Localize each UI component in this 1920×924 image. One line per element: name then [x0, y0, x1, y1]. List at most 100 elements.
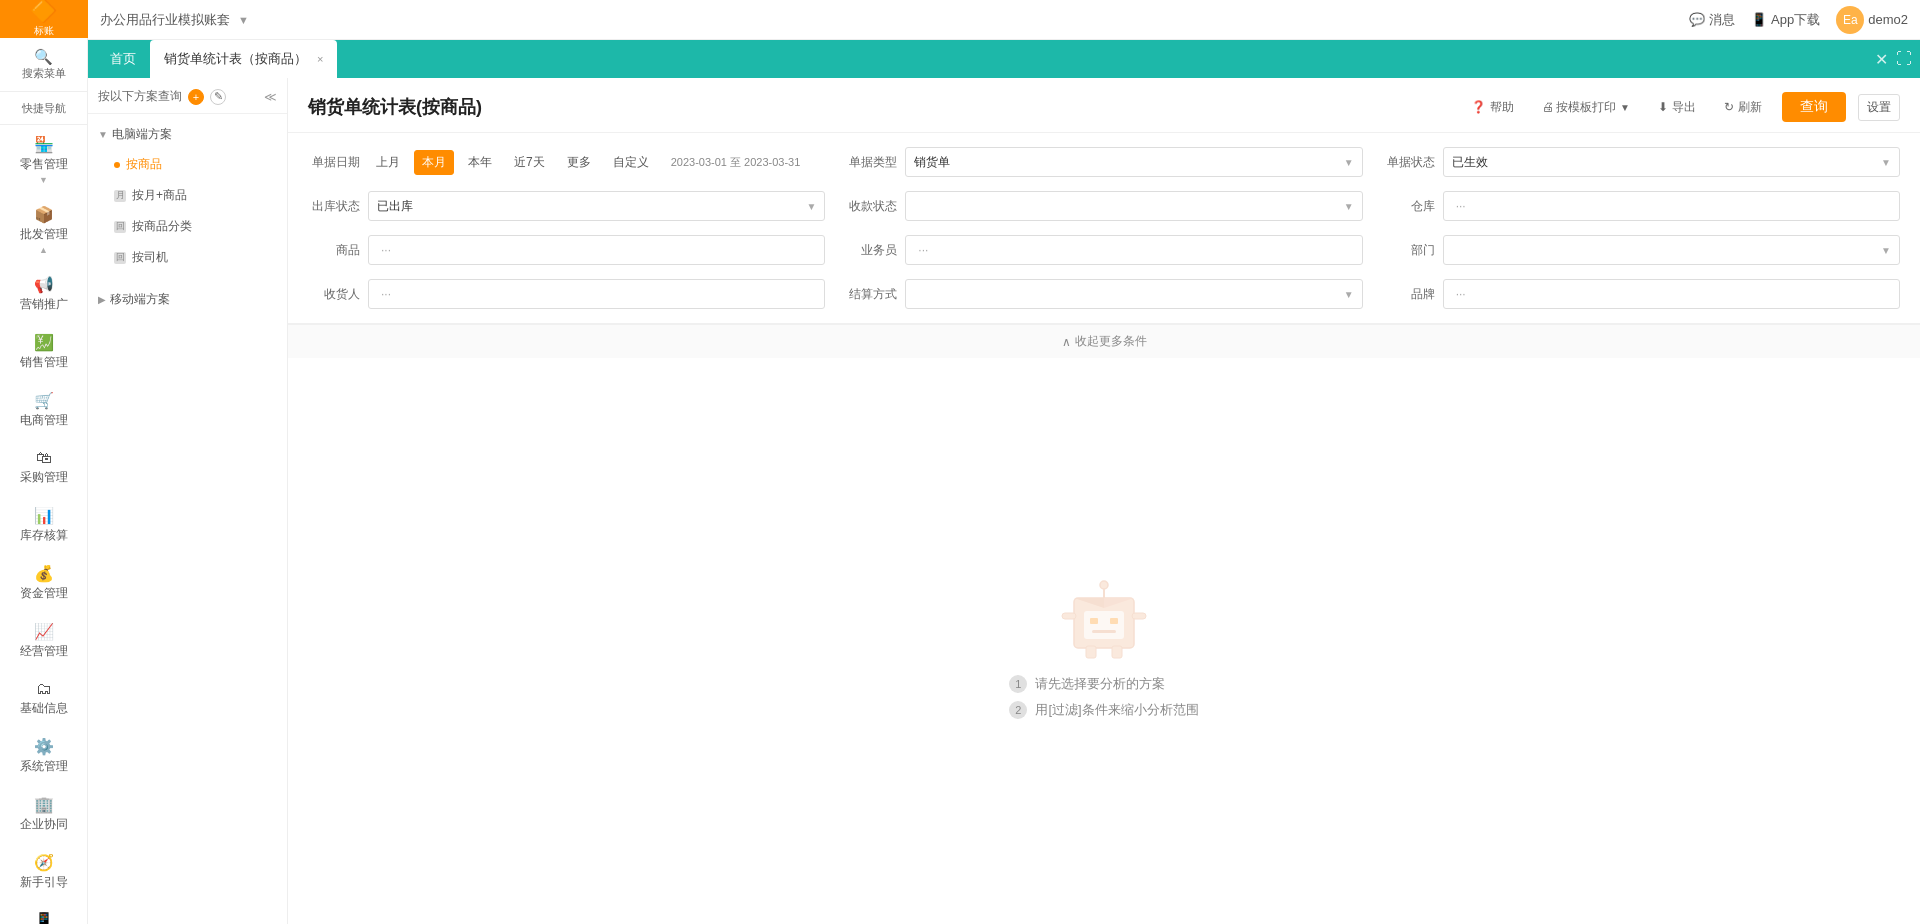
- plan-item-by-month-goods[interactable]: 月 按月+商品: [88, 180, 287, 211]
- sidebar-item-inventory[interactable]: 📊 库存核算: [0, 496, 87, 554]
- header-right: 💬 消息 📱 App下载 Ea demo2: [1689, 6, 1908, 34]
- warehouse-input[interactable]: ···: [1443, 191, 1900, 221]
- sidebar-item-enterprise[interactable]: 🏢 企业协同: [0, 785, 87, 843]
- warehouse-label: 仓库: [1383, 198, 1435, 215]
- goods-input[interactable]: ···: [368, 235, 825, 265]
- out-status-label: 出库状态: [308, 198, 360, 215]
- this-month-btn[interactable]: 本月: [414, 150, 454, 175]
- refresh-btn[interactable]: ↻ 刷新: [1716, 95, 1770, 120]
- wholesale-expand: ▲: [39, 245, 48, 255]
- collapse-left-panel-btn[interactable]: ≪: [264, 90, 277, 104]
- payment-status-filter-group: 收款状态 ▼: [845, 191, 1362, 221]
- tab-bar-right: ✕ ⛶: [1875, 50, 1912, 69]
- export-btn[interactable]: ⬇ 导出: [1650, 95, 1704, 120]
- filter-row-3: 商品 ··· 业务员 ··· 部门: [308, 235, 1900, 265]
- sidebar-quick-nav[interactable]: 快捷导航: [0, 92, 87, 125]
- close-window-btn[interactable]: ✕: [1875, 50, 1888, 69]
- left-panel: 按以下方案查询 + ✎ ≪ ▼ 电脑端方案 按商品: [88, 78, 288, 924]
- payment-method-select[interactable]: ▼: [905, 279, 1362, 309]
- query-btn[interactable]: 查询: [1782, 92, 1846, 122]
- brand-input[interactable]: ···: [1443, 279, 1900, 309]
- enterprise-label: 企业协同: [20, 816, 68, 833]
- app-download-btn[interactable]: 📱 App下载: [1751, 11, 1820, 29]
- sidebar-item-guide[interactable]: 🧭 新手引导: [0, 843, 87, 901]
- print-btn[interactable]: 🖨 按模板打印 ▼: [1534, 95, 1638, 120]
- tab-home[interactable]: 首页: [96, 40, 150, 78]
- add-plan-btn[interactable]: +: [188, 89, 204, 105]
- svg-rect-3: [1084, 611, 1124, 639]
- tab-close-btn[interactable]: ×: [317, 53, 323, 65]
- settings-btn[interactable]: 设置: [1858, 94, 1900, 121]
- tab-bar: 首页 销货单统计表（按商品） × ✕ ⛶: [88, 40, 1920, 78]
- workspace-arrow: ▼: [238, 14, 249, 26]
- last-7-days-btn[interactable]: 近7天: [506, 150, 553, 175]
- sidebar-item-retail[interactable]: 🏪 零售管理 ▼: [0, 125, 87, 195]
- desktop-plans-expand-icon: ▼: [98, 129, 108, 140]
- top-header: 办公用品行业模拟账套 ▼ 💬 消息 📱 App下载 Ea demo2: [88, 0, 1920, 40]
- purchase-icon: 🛍: [36, 449, 52, 467]
- sidebar-item-operations[interactable]: 📈 经营管理: [0, 612, 87, 670]
- user-menu[interactable]: Ea demo2: [1836, 6, 1908, 34]
- plan-by-goods-label: 按商品: [126, 156, 162, 173]
- salesman-filter-group: 业务员 ···: [845, 235, 1362, 265]
- payment-status-select[interactable]: ▼: [905, 191, 1362, 221]
- department-select[interactable]: ▼: [1443, 235, 1900, 265]
- more-date-btn[interactable]: 更多: [559, 150, 599, 175]
- doc-status-select[interactable]: 已生效 ▼: [1443, 147, 1900, 177]
- guide-icon: 🧭: [34, 853, 54, 872]
- plan-item-by-driver[interactable]: 回 按司机: [88, 242, 287, 273]
- custom-date-btn[interactable]: 自定义: [605, 150, 657, 175]
- sidebar-item-sales[interactable]: 💹 销售管理: [0, 323, 87, 381]
- salesman-input[interactable]: ···: [905, 235, 1362, 265]
- desktop-plans-title[interactable]: ▼ 电脑端方案: [88, 120, 287, 149]
- date-filter-group: 单据日期 上月 本月 本年 近7天 更多 自定义 2023-03-01 至 20…: [308, 150, 825, 175]
- svg-rect-4: [1090, 618, 1098, 624]
- doc-type-select[interactable]: 销货单 ▼: [905, 147, 1362, 177]
- brand-dots-btn[interactable]: ···: [1456, 287, 1466, 301]
- filter-row-2: 出库状态 已出库 ▼ 收款状态 ▼ 仓库: [308, 191, 1900, 221]
- edit-plan-btn[interactable]: ✎: [210, 89, 226, 105]
- receiver-dots-btn[interactable]: ···: [381, 287, 391, 301]
- sidebar-item-finance[interactable]: 💰 资金管理: [0, 554, 87, 612]
- out-status-select[interactable]: 已出库 ▼: [368, 191, 825, 221]
- tip-1-text: 请先选择要分析的方案: [1035, 675, 1165, 693]
- svg-rect-5: [1110, 618, 1118, 624]
- warehouse-dots-btn[interactable]: ···: [1456, 199, 1466, 213]
- sidebar-item-purchase[interactable]: 🛍 采购管理: [0, 439, 87, 496]
- mobile-plans-title[interactable]: ▶ 移动端方案: [88, 285, 287, 314]
- doc-status-value: 已生效: [1452, 154, 1881, 171]
- sidebar-search[interactable]: 🔍 搜索菜单: [0, 38, 87, 92]
- tip-2-text: 用[过滤]条件来缩小分析范围: [1035, 701, 1198, 719]
- sidebar-item-marketing[interactable]: 📢 营销推广: [0, 265, 87, 323]
- empty-tips: 1 请先选择要分析的方案 2 用[过滤]条件来缩小分析范围: [1009, 675, 1198, 719]
- date-label: 单据日期: [308, 154, 360, 171]
- tab-sales-report[interactable]: 销货单统计表（按商品） ×: [150, 40, 337, 78]
- sidebar-item-system[interactable]: ⚙️ 系统管理: [0, 727, 87, 785]
- goods-dots-btn[interactable]: ···: [381, 243, 391, 257]
- message-btn[interactable]: 💬 消息: [1689, 11, 1735, 29]
- quick-nav-label: 快捷导航: [22, 102, 66, 114]
- doc-type-value: 销货单: [914, 154, 1343, 171]
- sidebar-item-basic[interactable]: 🗂 基础信息: [0, 670, 87, 727]
- receiver-input[interactable]: ···: [368, 279, 825, 309]
- maximize-window-btn[interactable]: ⛶: [1896, 50, 1912, 68]
- doc-status-dropdown-icon: ▼: [1881, 157, 1891, 168]
- sidebar-item-apps[interactable]: 📱 应用中心: [0, 901, 87, 924]
- left-panel-header: 按以下方案查询 + ✎ ≪: [88, 88, 287, 114]
- date-filter: 上月 本月 本年 近7天 更多 自定义 2023-03-01 至 2023-03…: [368, 150, 800, 175]
- salesman-dots-btn[interactable]: ···: [918, 243, 928, 257]
- doc-type-dropdown-icon: ▼: [1344, 157, 1354, 168]
- plan-item-by-goods[interactable]: 按商品: [88, 149, 287, 180]
- sidebar-item-ecommerce[interactable]: 🛒 电商管理: [0, 381, 87, 439]
- page-title-bar: 销货单统计表(按商品) ❓ 帮助 🖨 按模板打印 ▼ ⬇ 导出: [288, 78, 1920, 133]
- page-title: 销货单统计表(按商品): [308, 95, 482, 119]
- help-btn[interactable]: ❓ 帮助: [1463, 95, 1522, 120]
- plan-by-month-goods-label: 按月+商品: [132, 187, 187, 204]
- plan-item-by-category[interactable]: 回 按商品分类: [88, 211, 287, 242]
- last-month-btn[interactable]: 上月: [368, 150, 408, 175]
- this-year-btn[interactable]: 本年: [460, 150, 500, 175]
- apps-icon: 📱: [34, 911, 54, 924]
- collapse-more-btn[interactable]: ∧ 收起更多条件: [288, 324, 1920, 358]
- refresh-label: 刷新: [1738, 99, 1762, 116]
- sidebar-item-wholesale[interactable]: 📦 批发管理 ▲: [0, 195, 87, 265]
